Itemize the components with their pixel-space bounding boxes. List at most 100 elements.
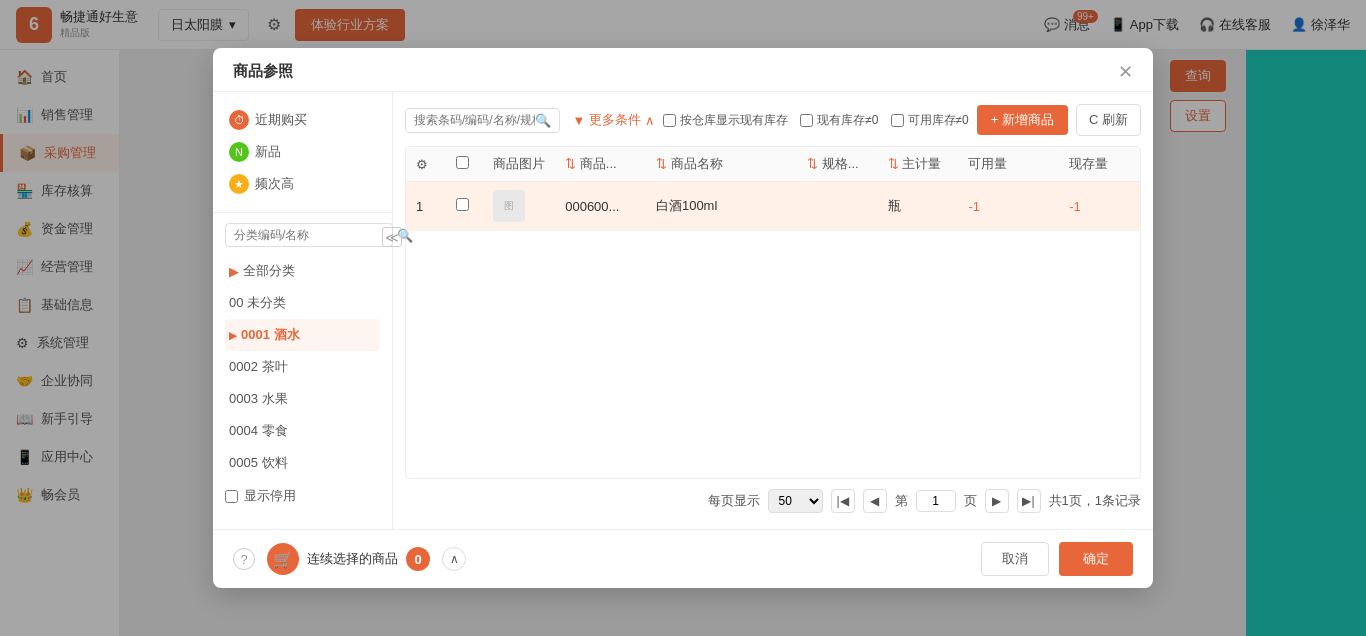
- quick-link-new[interactable]: N 新品: [225, 136, 380, 168]
- more-filter-button[interactable]: ▼ 更多条件 ∧: [572, 111, 655, 129]
- th-name[interactable]: ⇅ 商品名称: [646, 147, 797, 182]
- th-checkbox[interactable]: [446, 147, 482, 182]
- th-available: 可用量: [958, 147, 1059, 182]
- row-available: -1: [958, 182, 1059, 231]
- more-filter-label: 更多条件: [589, 111, 641, 129]
- close-button[interactable]: ✕: [1118, 63, 1133, 81]
- row-index: 1: [406, 182, 446, 231]
- nonzero-available-label: 可用库存≠0: [908, 112, 969, 129]
- sort-icon-spec: ⇅: [807, 156, 818, 171]
- category-0004-label: 0004 零食: [229, 422, 288, 440]
- cart-icon[interactable]: 🛒: [267, 543, 299, 575]
- category-0002[interactable]: 0002 茶叶: [225, 351, 380, 383]
- product-search-wrap: 🔍: [405, 108, 560, 133]
- table-row[interactable]: 1 图 000600... 白酒100ml 瓶 -1 -1: [406, 182, 1140, 231]
- search-icon[interactable]: 🔍: [535, 113, 551, 128]
- freq-label: 频次高: [255, 175, 294, 193]
- cancel-button[interactable]: 取消: [981, 542, 1049, 576]
- nonzero-stock-label: 现有库存≠0: [817, 112, 878, 129]
- category-search: 🔍: [213, 223, 392, 247]
- row-spec: [797, 182, 878, 231]
- nonzero-stock-filter[interactable]: 现有库存≠0: [800, 112, 878, 129]
- nonzero-stock-checkbox[interactable]: [800, 114, 813, 127]
- cart-count: 0: [406, 547, 430, 571]
- new-label: 新品: [255, 143, 281, 161]
- cart-area: 🛒 连续选择的商品 0: [267, 543, 430, 575]
- quick-links: ⏱ 近期购买 N 新品 ★ 频次高: [213, 104, 392, 200]
- page-label: 第: [895, 492, 908, 510]
- warehouse-stock-checkbox[interactable]: [663, 114, 676, 127]
- th-code[interactable]: ⇅ 商品...: [555, 147, 646, 182]
- category-search-input[interactable]: [225, 223, 393, 247]
- collapse-panel-button[interactable]: ≪: [382, 227, 402, 247]
- confirm-button[interactable]: 确定: [1059, 542, 1133, 576]
- row-name: 白酒100ml: [646, 182, 797, 231]
- filter-icon: ▼: [572, 113, 585, 128]
- page-size-select[interactable]: 50 100: [768, 489, 823, 513]
- row-checkbox-cell[interactable]: [446, 182, 482, 231]
- category-0003-label: 0003 水果: [229, 390, 288, 408]
- category-all[interactable]: ▶ 全部分类: [225, 255, 380, 287]
- page-label2: 页: [964, 492, 977, 510]
- chevron-up-icon: ∧: [645, 113, 655, 128]
- row-image: 图: [483, 182, 556, 231]
- category-0005[interactable]: 0005 饮料: [225, 447, 380, 475]
- row-stock: -1: [1059, 182, 1140, 231]
- add-product-button[interactable]: + 新增商品: [977, 105, 1068, 135]
- category-0001[interactable]: ▶ 0001 酒水: [225, 319, 380, 351]
- row-unit: 瓶: [878, 182, 959, 231]
- th-settings[interactable]: ⚙: [406, 147, 446, 182]
- warehouse-stock-label: 按仓库显示现有库存: [680, 112, 788, 129]
- product-image-placeholder: 图: [493, 190, 525, 222]
- help-button[interactable]: ?: [233, 548, 255, 570]
- expand-icon: ▶: [229, 264, 239, 279]
- first-page-button[interactable]: |◀: [831, 489, 855, 513]
- recent-label: 近期购买: [255, 111, 307, 129]
- stock-value: -1: [1069, 199, 1081, 214]
- modal-title: 商品参照: [233, 62, 293, 81]
- table-header: ⚙ 商品图片 ⇅ 商品... ⇅ 商品名称 ⇅ 规格... ⇅ 主计量 可用量 …: [406, 147, 1140, 182]
- freq-icon: ★: [229, 174, 249, 194]
- row-checkbox[interactable]: [456, 198, 469, 211]
- new-icon: N: [229, 142, 249, 162]
- category-0004[interactable]: 0004 零食: [225, 415, 380, 447]
- th-spec[interactable]: ⇅ 规格...: [797, 147, 878, 182]
- show-disabled-checkbox[interactable]: [225, 490, 238, 503]
- category-unclassified[interactable]: 00 未分类: [225, 287, 380, 319]
- footer-buttons: 取消 确定: [981, 542, 1133, 576]
- category-0001-label: 0001 酒水: [241, 326, 300, 344]
- warehouse-stock-filter[interactable]: 按仓库显示现有库存: [663, 112, 788, 129]
- modal-left-panel: ⏱ 近期购买 N 新品 ★ 频次高 ≪: [213, 92, 393, 529]
- recent-icon: ⏱: [229, 110, 249, 130]
- modal-overlay: 商品参照 ✕ ⏱ 近期购买 N 新品 ★ 频次高: [0, 0, 1366, 636]
- quick-link-frequent[interactable]: ★ 频次高: [225, 168, 380, 200]
- refresh-button[interactable]: C 刷新: [1076, 104, 1141, 136]
- show-disabled-label: 显示停用: [244, 487, 296, 505]
- quick-link-recent[interactable]: ⏱ 近期购买: [225, 104, 380, 136]
- nonzero-available-checkbox[interactable]: [891, 114, 904, 127]
- show-disabled-area: 显示停用: [213, 475, 392, 517]
- modal-right-panel: 🔍 ▼ 更多条件 ∧ 按仓库显示现有库存 现: [393, 92, 1153, 529]
- collapse-footer-button[interactable]: ∧: [442, 547, 466, 571]
- category-unclassified-label: 00 未分类: [229, 294, 286, 312]
- page-size-label: 每页显示: [708, 492, 760, 510]
- category-0005-label: 0005 饮料: [229, 454, 288, 472]
- th-unit[interactable]: ⇅ 主计量: [878, 147, 959, 182]
- select-all-checkbox[interactable]: [456, 156, 469, 169]
- row-code: 000600...: [555, 182, 646, 231]
- filter-checkboxes: 按仓库显示现有库存 现有库存≠0 可用库存≠0: [663, 112, 969, 129]
- category-0002-label: 0002 茶叶: [229, 358, 288, 376]
- nonzero-available-filter[interactable]: 可用库存≠0: [891, 112, 969, 129]
- product-search-input[interactable]: [414, 113, 535, 127]
- next-page-button[interactable]: ▶: [985, 489, 1009, 513]
- prev-page-button[interactable]: ◀: [863, 489, 887, 513]
- available-value: -1: [968, 199, 980, 214]
- category-all-label: 全部分类: [243, 262, 295, 280]
- modal-body: ⏱ 近期购买 N 新品 ★ 频次高 ≪: [213, 92, 1153, 529]
- last-page-button[interactable]: ▶|: [1017, 489, 1041, 513]
- sort-icon: ⇅: [565, 156, 576, 171]
- page-input[interactable]: [916, 490, 956, 512]
- category-0003[interactable]: 0003 水果: [225, 383, 380, 415]
- total-info: 共1页，1条记录: [1049, 492, 1141, 510]
- modal-toolbar: 🔍 ▼ 更多条件 ∧ 按仓库显示现有库存 现: [405, 104, 1141, 136]
